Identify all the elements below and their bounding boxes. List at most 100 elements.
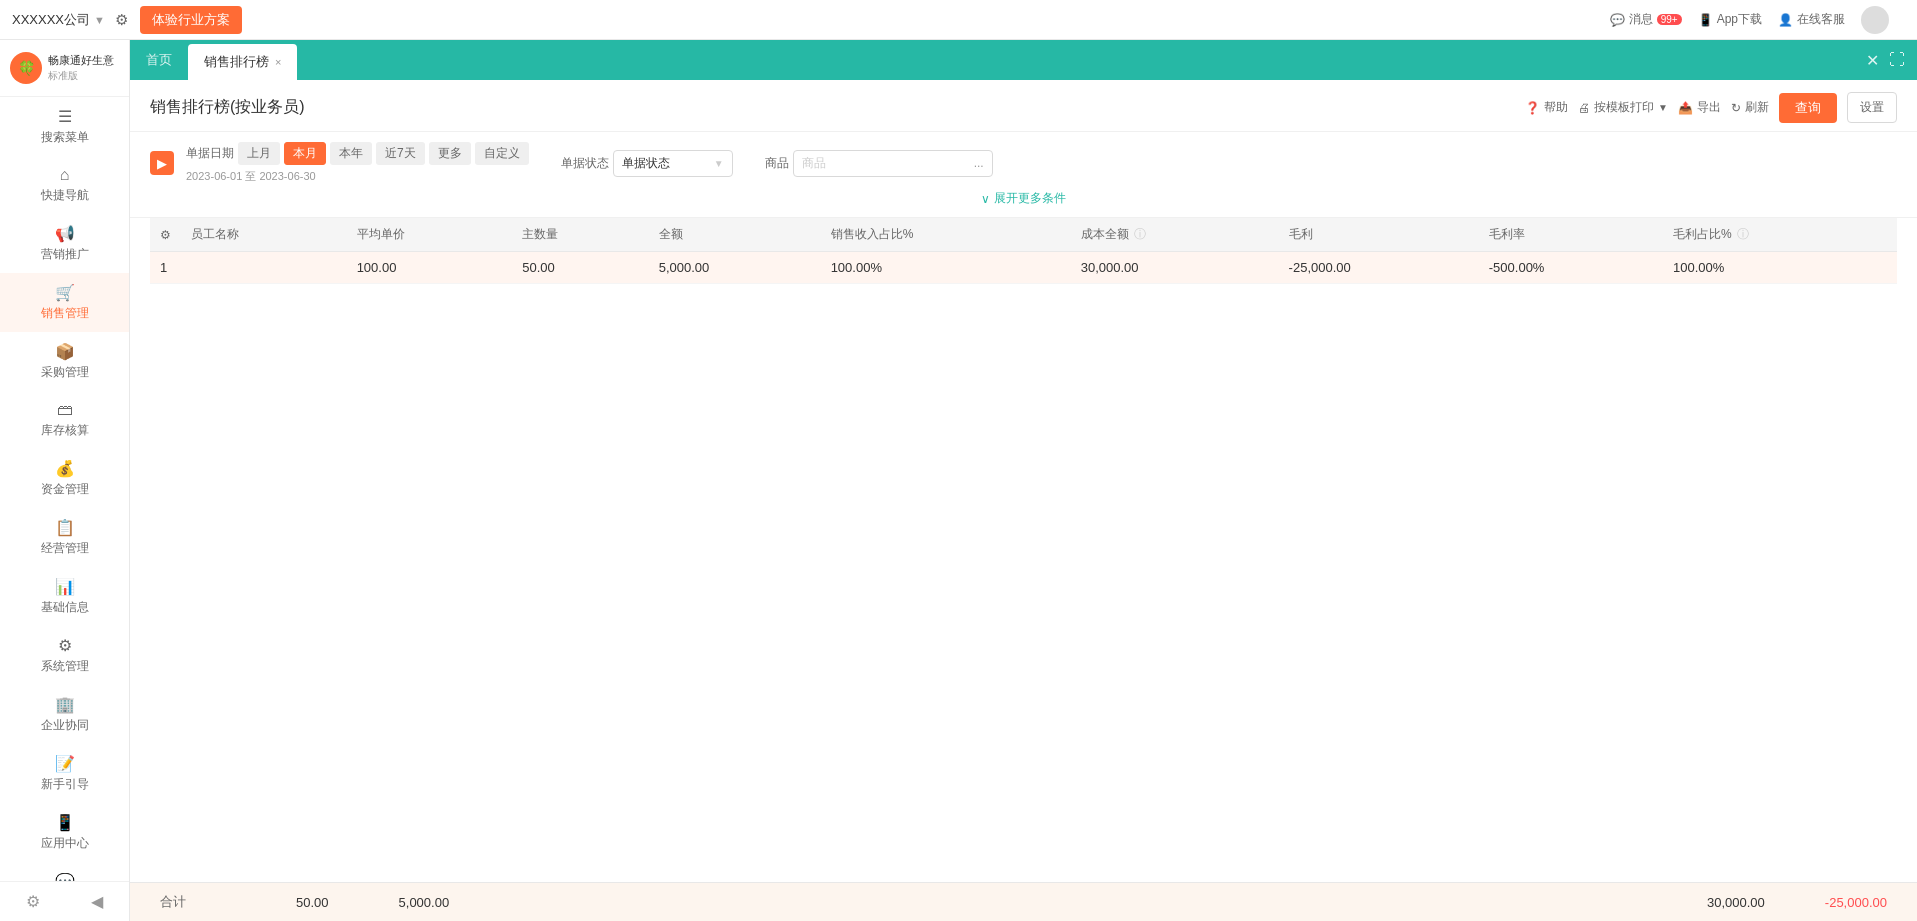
expand-more-button[interactable]: ∨ 展开更多条件 xyxy=(150,190,1897,207)
sidebar-item-label: 系统管理 xyxy=(41,658,89,675)
sidebar-item-quick-nav[interactable]: ⌂ 快捷导航 xyxy=(0,156,129,214)
td-cost: 30,000.00 xyxy=(1071,252,1279,284)
goods-ellipsis[interactable]: ... xyxy=(974,156,984,170)
print-button[interactable]: 🖨 按模板打印 ▼ xyxy=(1578,99,1668,116)
td-employee xyxy=(181,252,347,284)
search-order-icon: ☰ xyxy=(58,107,72,126)
sidebar-collapse-button[interactable]: ◀ xyxy=(91,892,103,911)
settings-icon-top[interactable]: ⚙ xyxy=(115,11,128,29)
sidebar-item-purchase[interactable]: 📦 采购管理 xyxy=(0,332,129,391)
export-button[interactable]: 📤 导出 xyxy=(1678,99,1721,116)
operations-icon: 📋 xyxy=(55,518,75,537)
expand-more-label: 展开更多条件 xyxy=(994,190,1066,207)
table-footer: 合计 50.00 5,000.00 30,000.00 -25,000.00 xyxy=(130,882,1917,921)
online-service-button[interactable]: 👤 在线客服 xyxy=(1778,11,1845,28)
message-icon: 💬 xyxy=(1610,13,1625,27)
th-amount: 全额 xyxy=(649,218,821,252)
sidebar-item-search-order[interactable]: ☰ 搜索菜单 xyxy=(0,97,129,156)
sidebar: 🍀 畅康通好生意 标准版 ☰ 搜索菜单 ⌂ 快捷导航 📢 营销推广 🛒 销售管理 xyxy=(0,40,130,921)
date-options: 上月 本月 本年 近7天 更多 自定义 xyxy=(238,142,529,165)
sidebar-item-label: 销售管理 xyxy=(41,305,89,322)
sidebar-item-label: 资金管理 xyxy=(41,481,89,498)
footer-amount: 5,000.00 xyxy=(399,895,450,910)
sidebar-item-system[interactable]: ⚙ 系统管理 xyxy=(0,626,129,685)
sidebar-settings-button[interactable]: ⚙ xyxy=(26,892,40,911)
avatar[interactable] xyxy=(1861,6,1889,34)
sidebar-item-marketing[interactable]: 📢 营销推广 xyxy=(0,214,129,273)
topbar: XXXXXX公司 ▼ ⚙ 体验行业方案 💬 消息 99+ 📱 App下载 👤 在… xyxy=(0,0,1917,40)
marketing-icon: 📢 xyxy=(55,224,75,243)
date-filter: 单据日期 上月 本月 本年 近7天 更多 自定义 2023-06-01 至 20… xyxy=(186,142,529,184)
th-employee: 员工名称 xyxy=(181,218,347,252)
help-label: 帮助 xyxy=(1544,99,1568,116)
settings-button[interactable]: 设置 xyxy=(1847,92,1897,123)
company-dropdown-icon[interactable]: ▼ xyxy=(94,14,105,26)
date-opt-7days[interactable]: 近7天 xyxy=(376,142,425,165)
th-settings[interactable]: ⚙ xyxy=(150,218,181,252)
sidebar-item-operations[interactable]: 📋 经营管理 xyxy=(0,508,129,567)
sidebar-item-app-center[interactable]: 📱 应用中心 xyxy=(0,803,129,862)
sidebar-item-label: 基础信息 xyxy=(41,599,89,616)
data-table: ⚙ 员工名称 平均单价 主数量 全额 销售收入占比% 成本全额 ⓘ 毛利 毛利率 xyxy=(150,218,1897,284)
td-index: 1 xyxy=(150,252,181,284)
query-button[interactable]: 查询 xyxy=(1779,93,1837,123)
sidebar-item-basic-info[interactable]: 📊 基础信息 xyxy=(0,567,129,626)
sidebar-item-label: 新手引导 xyxy=(41,776,89,793)
message-label: 消息 xyxy=(1629,11,1653,28)
print-dropdown-icon: ▼ xyxy=(1658,102,1668,113)
refresh-icon: ↻ xyxy=(1731,101,1741,115)
status-select[interactable]: 单据状态 ▼ xyxy=(613,150,733,177)
th-cost: 成本全额 ⓘ xyxy=(1071,218,1279,252)
tab-sales-ranking[interactable]: 销售排行榜 × xyxy=(188,44,297,80)
goods-filter: 商品 商品 ... xyxy=(765,150,993,177)
window-expand-icon[interactable]: ⛶ xyxy=(1889,51,1905,69)
app-center-icon: 📱 xyxy=(55,813,75,832)
date-opt-this-year[interactable]: 本年 xyxy=(330,142,372,165)
filter-expand-arrow[interactable]: ▶ xyxy=(150,151,174,175)
page-header-actions: ❓ 帮助 🖨 按模板打印 ▼ 📤 导出 ↻ 刷新 xyxy=(1525,92,1897,123)
help-button[interactable]: ❓ 帮助 xyxy=(1525,99,1568,116)
date-opt-custom[interactable]: 自定义 xyxy=(475,142,529,165)
sidebar-item-finance[interactable]: 💰 资金管理 xyxy=(0,449,129,508)
gross-pct-info-icon[interactable]: ⓘ xyxy=(1737,227,1749,241)
td-gross-pct: 100.00% xyxy=(1663,252,1897,284)
goods-input[interactable]: 商品 ... xyxy=(793,150,993,177)
trial-button[interactable]: 体验行业方案 xyxy=(140,6,242,34)
footer-gross: -25,000.00 xyxy=(1825,895,1887,910)
app-download-button[interactable]: 📱 App下载 xyxy=(1698,11,1762,28)
company-name[interactable]: XXXXXX公司 xyxy=(12,11,90,29)
purchase-icon: 📦 xyxy=(55,342,75,361)
th-qty: 主数量 xyxy=(512,218,648,252)
sidebar-item-label: 快捷导航 xyxy=(41,187,89,204)
date-opt-more[interactable]: 更多 xyxy=(429,142,471,165)
th-gross-rate: 毛利率 xyxy=(1479,218,1663,252)
wechat-icon: 💬 xyxy=(55,872,75,881)
export-icon: 📤 xyxy=(1678,101,1693,115)
footer-label: 合计 xyxy=(160,893,186,911)
cost-info-icon[interactable]: ⓘ xyxy=(1134,227,1146,241)
date-opt-last-month[interactable]: 上月 xyxy=(238,142,280,165)
sidebar-logo: 🍀 畅康通好生意 标准版 xyxy=(0,40,129,97)
tab-close-icon[interactable]: × xyxy=(275,56,281,68)
logo-icon: 🍀 xyxy=(10,52,42,84)
sidebar-item-enterprise[interactable]: 🏢 企业协同 xyxy=(0,685,129,744)
service-icon: 👤 xyxy=(1778,13,1793,27)
sidebar-item-sales[interactable]: 🛒 销售管理 xyxy=(0,273,129,332)
sidebar-footer: ⚙ ◀ xyxy=(0,881,129,921)
sidebar-nav: ☰ 搜索菜单 ⌂ 快捷导航 📢 营销推广 🛒 销售管理 📦 采购管理 🗃 库 xyxy=(0,97,129,881)
sidebar-item-label: 经营管理 xyxy=(41,540,89,557)
window-close-icon[interactable]: ✕ xyxy=(1866,51,1879,70)
td-gross-rate: -500.00% xyxy=(1479,252,1663,284)
message-button[interactable]: 💬 消息 99+ xyxy=(1610,11,1682,28)
date-opt-this-month[interactable]: 本月 xyxy=(284,142,326,165)
export-label: 导出 xyxy=(1697,99,1721,116)
refresh-button[interactable]: ↻ 刷新 xyxy=(1731,99,1769,116)
guide-icon: 📝 xyxy=(55,754,75,773)
sidebar-item-inventory[interactable]: 🗃 库存核算 xyxy=(0,391,129,449)
td-qty: 50.00 xyxy=(512,252,648,284)
td-gross: -25,000.00 xyxy=(1279,252,1479,284)
sidebar-item-guide[interactable]: 📝 新手引导 xyxy=(0,744,129,803)
logo-text: 畅康通好生意 xyxy=(48,53,114,68)
tab-home[interactable]: 首页 xyxy=(130,40,188,80)
sidebar-item-wechat[interactable]: 💬 企业微信 xyxy=(0,862,129,881)
